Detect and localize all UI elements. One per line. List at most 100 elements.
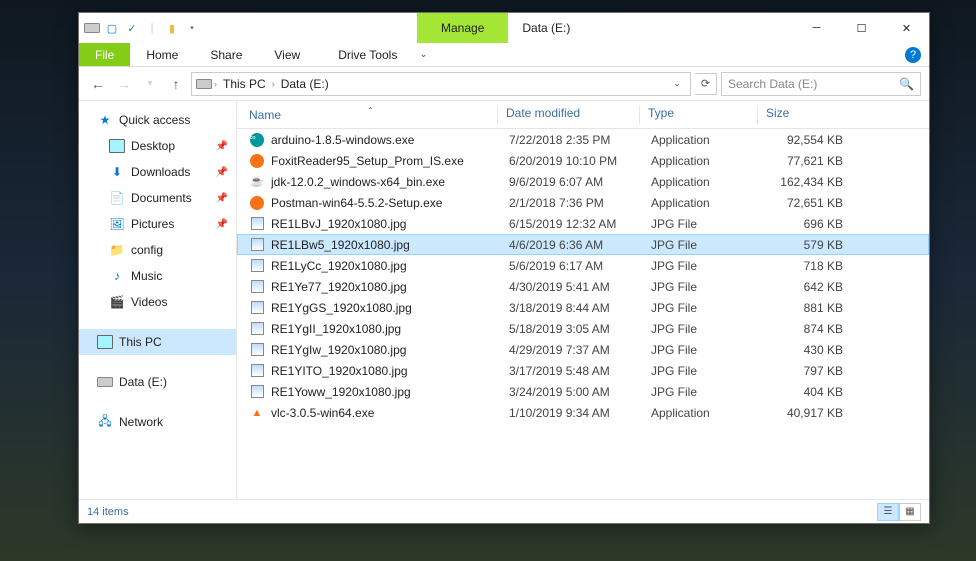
file-type: JPG File bbox=[651, 364, 769, 378]
home-tab[interactable]: Home bbox=[130, 43, 194, 66]
file-size: 162,434 KB bbox=[769, 175, 843, 189]
separator: | bbox=[143, 19, 161, 37]
file-row[interactable]: RE1LBw5_1920x1080.jpg4/6/2019 6:36 AMJPG… bbox=[237, 234, 929, 255]
nav-item-documents[interactable]: 📄Documents📌 bbox=[79, 185, 236, 211]
up-button[interactable]: ↑ bbox=[165, 73, 187, 95]
thumbnails-view-button[interactable]: ▦ bbox=[899, 503, 921, 521]
star-icon: ★ bbox=[97, 112, 113, 128]
file-row[interactable]: RE1YgII_1920x1080.jpg5/18/2019 3:05 AMJP… bbox=[237, 318, 929, 339]
file-name: RE1YITO_1920x1080.jpg bbox=[271, 364, 509, 378]
search-input[interactable]: Search Data (E:) 🔍 bbox=[721, 72, 921, 96]
column-header-size[interactable]: Size bbox=[757, 106, 837, 124]
file-row[interactable]: RE1YgIw_1920x1080.jpg4/29/2019 7:37 AMJP… bbox=[237, 339, 929, 360]
file-row[interactable]: Postman-win64-5.5.2-Setup.exe2/1/2018 7:… bbox=[237, 192, 929, 213]
file-row[interactable]: RE1YITO_1920x1080.jpg3/17/2019 5:48 AMJP… bbox=[237, 360, 929, 381]
file-type: JPG File bbox=[651, 280, 769, 294]
nav-item-label: Documents bbox=[131, 191, 192, 205]
nav-item-label: Videos bbox=[131, 295, 167, 309]
image-file-icon bbox=[249, 342, 265, 358]
image-file-icon bbox=[249, 216, 265, 232]
column-header-type[interactable]: Type bbox=[639, 106, 757, 124]
collapse-ribbon-icon[interactable]: ⌄ bbox=[413, 43, 433, 66]
music-icon: ♪ bbox=[109, 268, 125, 284]
checkbox-icon[interactable]: ✓ bbox=[123, 19, 141, 37]
nav-label: This PC bbox=[119, 335, 162, 349]
file-name: RE1LBvJ_1920x1080.jpg bbox=[271, 217, 509, 231]
file-row[interactable]: ☕jdk-12.0.2_windows-x64_bin.exe9/6/2019 … bbox=[237, 171, 929, 192]
breadcrumb-pc[interactable]: This PC bbox=[219, 77, 270, 91]
column-header-date[interactable]: Date modified bbox=[497, 106, 639, 124]
nav-network[interactable]: 🖧 Network bbox=[79, 409, 236, 435]
downloads-icon: ⬇ bbox=[109, 164, 125, 180]
file-row[interactable]: RE1YgGS_1920x1080.jpg3/18/2019 8:44 AMJP… bbox=[237, 297, 929, 318]
image-file-icon bbox=[249, 237, 265, 253]
file-row[interactable]: ▲vlc-3.0.5-win64.exe1/10/2019 9:34 AMApp… bbox=[237, 402, 929, 423]
file-date: 3/17/2019 5:48 AM bbox=[509, 364, 651, 378]
documents-icon: 📄 bbox=[109, 190, 125, 206]
file-row[interactable]: RE1LBvJ_1920x1080.jpg6/15/2019 12:32 AMJ… bbox=[237, 213, 929, 234]
file-row[interactable]: FoxitReader95_Setup_Prom_IS.exe6/20/2019… bbox=[237, 150, 929, 171]
minimize-button[interactable]: ─ bbox=[794, 13, 839, 43]
breadcrumb-drive[interactable]: Data (E:) bbox=[277, 77, 333, 91]
chevron-right-icon[interactable]: › bbox=[272, 79, 275, 89]
share-tab[interactable]: Share bbox=[194, 43, 258, 66]
maximize-button[interactable]: ☐ bbox=[839, 13, 884, 43]
file-name: arduino-1.8.5-windows.exe bbox=[271, 133, 509, 147]
file-type: Application bbox=[651, 154, 769, 168]
nav-item-pictures[interactable]: 🖼Pictures📌 bbox=[79, 211, 236, 237]
details-view-button[interactable]: ☰ bbox=[877, 503, 899, 521]
file-name: RE1Yoww_1920x1080.jpg bbox=[271, 385, 509, 399]
dropdown-icon[interactable]: ▾ bbox=[183, 19, 201, 37]
image-file-icon bbox=[249, 300, 265, 316]
drive-icon bbox=[196, 76, 212, 92]
save-icon[interactable]: ▢ bbox=[103, 19, 121, 37]
titlebar: ▢ ✓ | ▮ ▾ Manage Data (E:) ─ ☐ ✕ bbox=[79, 13, 929, 43]
nav-item-label: Music bbox=[131, 269, 162, 283]
file-tab[interactable]: File bbox=[79, 43, 130, 66]
file-name: Postman-win64-5.5.2-Setup.exe bbox=[271, 196, 509, 210]
nav-item-videos[interactable]: 🎬 Videos bbox=[79, 289, 236, 315]
file-size: 40,917 KB bbox=[769, 406, 843, 420]
recent-dropdown[interactable]: ▾ bbox=[139, 73, 161, 95]
manage-contextual-tab[interactable]: Manage bbox=[417, 13, 508, 43]
view-mode-buttons: ☰ ▦ bbox=[877, 503, 921, 521]
breadcrumb-bar[interactable]: › This PC › Data (E:) ⌄ bbox=[191, 72, 691, 96]
view-tab[interactable]: View bbox=[258, 43, 316, 66]
file-size: 642 KB bbox=[769, 280, 843, 294]
videos-icon: 🎬 bbox=[109, 294, 125, 310]
nav-item-downloads[interactable]: ⬇Downloads📌 bbox=[79, 159, 236, 185]
config-icon: 📁 bbox=[109, 242, 125, 258]
nav-item-label: Pictures bbox=[131, 217, 174, 231]
file-name: RE1Ye77_1920x1080.jpg bbox=[271, 280, 509, 294]
refresh-button[interactable]: ⟳ bbox=[695, 73, 717, 95]
nav-item-desktop[interactable]: Desktop📌 bbox=[79, 133, 236, 159]
file-row[interactable]: RE1LyCc_1920x1080.jpg5/6/2019 6:17 AMJPG… bbox=[237, 255, 929, 276]
search-icon[interactable]: 🔍 bbox=[899, 77, 914, 91]
file-type: JPG File bbox=[651, 238, 769, 252]
nav-item-music[interactable]: ♪ Music bbox=[79, 263, 236, 289]
column-header-name[interactable]: ⌃ Name bbox=[237, 108, 497, 122]
folder-icon[interactable]: ▮ bbox=[163, 19, 181, 37]
nav-this-pc[interactable]: This PC bbox=[79, 329, 236, 355]
help-icon[interactable]: ? bbox=[905, 47, 921, 63]
file-row[interactable]: RE1Yoww_1920x1080.jpg3/24/2019 5:00 AMJP… bbox=[237, 381, 929, 402]
search-placeholder: Search Data (E:) bbox=[728, 77, 817, 91]
file-list[interactable]: ∞arduino-1.8.5-windows.exe7/22/2018 2:35… bbox=[237, 129, 929, 499]
file-row[interactable]: RE1Ye77_1920x1080.jpg4/30/2019 5:41 AMJP… bbox=[237, 276, 929, 297]
nav-item-config[interactable]: 📁config bbox=[79, 237, 236, 263]
image-file-icon bbox=[249, 363, 265, 379]
close-button[interactable]: ✕ bbox=[884, 13, 929, 43]
file-row[interactable]: ∞arduino-1.8.5-windows.exe7/22/2018 2:35… bbox=[237, 129, 929, 150]
chevron-right-icon[interactable]: › bbox=[214, 79, 217, 89]
window-title: Data (E:) bbox=[508, 13, 584, 43]
quick-access[interactable]: ★ Quick access bbox=[79, 107, 236, 133]
postman-icon bbox=[249, 195, 265, 211]
address-dropdown-icon[interactable]: ⌄ bbox=[668, 78, 686, 89]
drive-tools-tab[interactable]: Drive Tools bbox=[322, 43, 413, 66]
forward-button[interactable]: → bbox=[113, 73, 135, 95]
nav-data-drive[interactable]: Data (E:) bbox=[79, 369, 236, 395]
arduino-icon: ∞ bbox=[249, 132, 265, 148]
back-button[interactable]: ← bbox=[87, 73, 109, 95]
vlc-icon: ▲ bbox=[249, 405, 265, 421]
file-name: RE1LBw5_1920x1080.jpg bbox=[271, 238, 509, 252]
